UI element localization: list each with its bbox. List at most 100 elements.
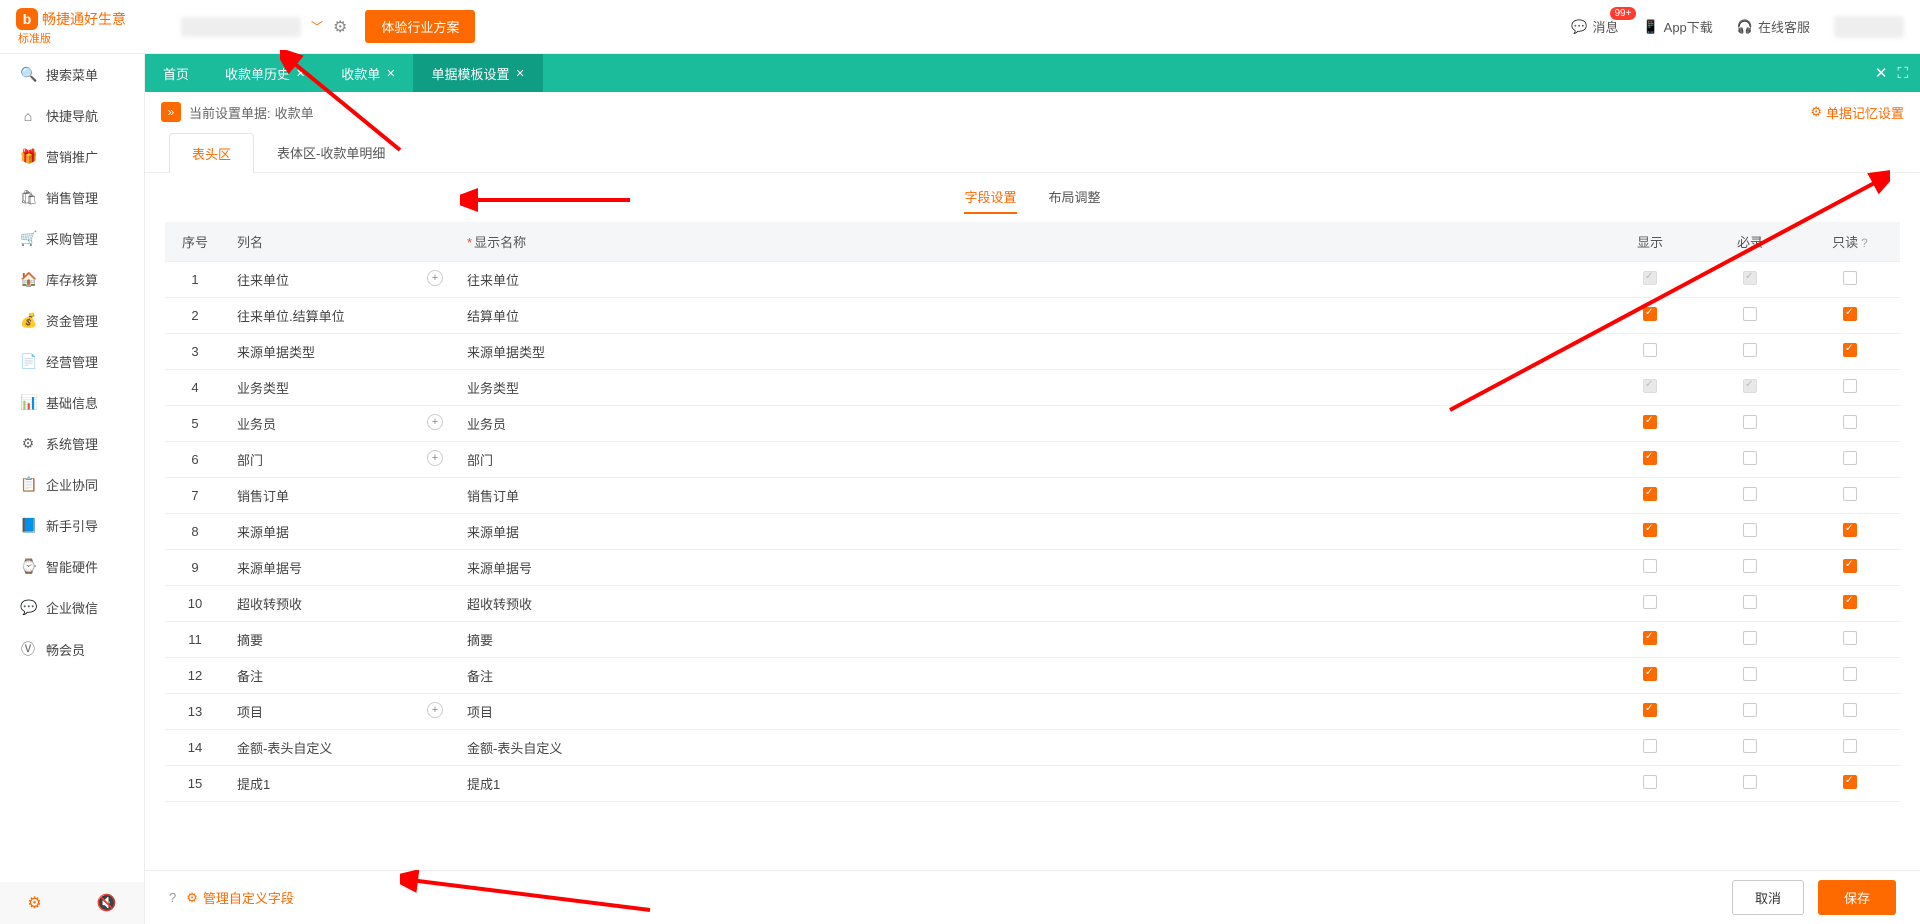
fields-table-wrap[interactable]: 序号 列名 *显示名称 显示 必录 只读? 1往来单位+往来单位2往来单位.结算…: [165, 222, 1900, 870]
user-avatar-blurred[interactable]: [1834, 16, 1904, 38]
checkbox[interactable]: [1643, 559, 1657, 573]
close-icon[interactable]: ✕: [296, 67, 305, 80]
sidebar-item-11[interactable]: 📘新手引导: [0, 505, 144, 546]
checkbox[interactable]: [1743, 343, 1757, 357]
page-tab-0[interactable]: 首页: [145, 54, 207, 92]
sidebar-item-13[interactable]: 💬企业微信: [0, 587, 144, 628]
sidebar-item-10[interactable]: 📋企业协同: [0, 464, 144, 505]
save-button[interactable]: 保存: [1818, 880, 1896, 915]
sidebar-item-8[interactable]: 📊基础信息: [0, 382, 144, 423]
sidebar-item-0[interactable]: 🔍搜索菜单: [0, 54, 144, 95]
help-icon[interactable]: ?: [1861, 236, 1868, 250]
checkbox[interactable]: [1843, 451, 1857, 465]
checkbox[interactable]: [1643, 523, 1657, 537]
cell-disp[interactable]: 部门: [455, 442, 1600, 478]
cancel-button[interactable]: 取消: [1732, 880, 1804, 915]
checkbox[interactable]: [1743, 451, 1757, 465]
checkbox[interactable]: [1643, 451, 1657, 465]
checkbox[interactable]: [1843, 307, 1857, 321]
plus-icon[interactable]: +: [427, 270, 443, 286]
page-tab-2[interactable]: 收款单✕: [323, 54, 413, 92]
sidebar-item-14[interactable]: Ⓥ畅会员: [0, 628, 144, 670]
checkbox[interactable]: [1743, 595, 1757, 609]
checkbox[interactable]: [1843, 271, 1857, 285]
sidebar-item-6[interactable]: 💰资金管理: [0, 300, 144, 341]
checkbox[interactable]: [1643, 343, 1657, 357]
checkbox[interactable]: [1643, 307, 1657, 321]
cell-disp[interactable]: 摘要: [455, 622, 1600, 658]
checkbox[interactable]: [1743, 415, 1757, 429]
checkbox[interactable]: [1743, 739, 1757, 753]
manage-custom-fields-link[interactable]: ⚙ 管理自定义字段: [186, 888, 294, 907]
checkbox[interactable]: [1843, 775, 1857, 789]
cell-disp[interactable]: 来源单据类型: [455, 334, 1600, 370]
sidebar-item-3[interactable]: 🛍销售管理: [0, 177, 144, 218]
sub-tab-0[interactable]: 字段设置: [964, 187, 1016, 214]
cell-disp[interactable]: 来源单据: [455, 514, 1600, 550]
plus-icon[interactable]: +: [427, 414, 443, 430]
checkbox[interactable]: [1843, 559, 1857, 573]
cell-disp[interactable]: 备注: [455, 658, 1600, 694]
checkbox[interactable]: [1843, 487, 1857, 501]
sidebar-item-12[interactable]: ⌚智能硬件: [0, 546, 144, 587]
close-icon[interactable]: ✕: [516, 67, 525, 80]
cell-disp[interactable]: 超收转预收: [455, 586, 1600, 622]
checkbox[interactable]: [1743, 667, 1757, 681]
checkbox[interactable]: [1843, 343, 1857, 357]
checkbox[interactable]: [1643, 487, 1657, 501]
sidebar-item-9[interactable]: ⚙系统管理: [0, 423, 144, 464]
app-download-link[interactable]: 📱 App下载: [1642, 17, 1712, 36]
checkbox[interactable]: [1843, 631, 1857, 645]
checkbox[interactable]: [1643, 415, 1657, 429]
gear-icon[interactable]: ⚙: [333, 17, 347, 37]
checkbox[interactable]: [1743, 559, 1757, 573]
cell-disp[interactable]: 提成1: [455, 766, 1600, 802]
cell-disp[interactable]: 业务类型: [455, 370, 1600, 406]
try-industry-button[interactable]: 体验行业方案: [365, 10, 475, 43]
cell-disp[interactable]: 项目: [455, 694, 1600, 730]
help-circle-icon[interactable]: ?: [169, 890, 176, 905]
support-link[interactable]: 🎧 在线客服: [1737, 17, 1810, 36]
cell-disp[interactable]: 结算单位: [455, 298, 1600, 334]
cell-disp[interactable]: 金额-表头自定义: [455, 730, 1600, 766]
checkbox[interactable]: [1843, 667, 1857, 681]
checkbox[interactable]: [1743, 631, 1757, 645]
cell-disp[interactable]: 往来单位: [455, 262, 1600, 298]
cell-disp[interactable]: 来源单据号: [455, 550, 1600, 586]
expand-icon[interactable]: »: [161, 102, 181, 122]
cell-disp[interactable]: 业务员: [455, 406, 1600, 442]
sidebar-item-7[interactable]: 📄经营管理: [0, 341, 144, 382]
sidebar-item-4[interactable]: 🛒采购管理: [0, 218, 144, 259]
section-tab-1[interactable]: 表体区-收款单明细: [254, 132, 408, 172]
checkbox[interactable]: [1643, 667, 1657, 681]
settings-gear-icon[interactable]: ⚙: [27, 893, 41, 913]
checkbox[interactable]: [1643, 703, 1657, 717]
section-tab-0[interactable]: 表头区: [169, 133, 254, 173]
plus-icon[interactable]: +: [427, 702, 443, 718]
sidebar-item-2[interactable]: 🎁营销推广: [0, 136, 144, 177]
checkbox[interactable]: [1843, 595, 1857, 609]
close-all-icon[interactable]: ✕: [1875, 64, 1888, 82]
page-tab-1[interactable]: 收款单历史✕: [207, 54, 323, 92]
messages-link[interactable]: 💬 消息 99+: [1571, 17, 1618, 36]
checkbox[interactable]: [1743, 703, 1757, 717]
sidebar-item-1[interactable]: ⌂快捷导航: [0, 95, 144, 136]
checkbox[interactable]: [1843, 379, 1857, 393]
plus-icon[interactable]: +: [427, 450, 443, 466]
checkbox[interactable]: [1843, 523, 1857, 537]
sidebar-item-5[interactable]: 🏠库存核算: [0, 259, 144, 300]
checkbox[interactable]: [1843, 415, 1857, 429]
tenant-selector[interactable]: ﹀ ⚙: [181, 17, 347, 37]
checkbox[interactable]: [1643, 631, 1657, 645]
memory-settings-link[interactable]: ⚙ 单据记忆设置: [1810, 103, 1904, 122]
checkbox[interactable]: [1643, 775, 1657, 789]
checkbox[interactable]: [1743, 487, 1757, 501]
cell-disp[interactable]: 销售订单: [455, 478, 1600, 514]
checkbox[interactable]: [1743, 775, 1757, 789]
page-tab-3[interactable]: 单据模板设置✕: [413, 54, 542, 92]
close-icon[interactable]: ✕: [386, 67, 395, 80]
checkbox[interactable]: [1643, 595, 1657, 609]
checkbox[interactable]: [1743, 307, 1757, 321]
checkbox[interactable]: [1843, 739, 1857, 753]
checkbox[interactable]: [1743, 523, 1757, 537]
